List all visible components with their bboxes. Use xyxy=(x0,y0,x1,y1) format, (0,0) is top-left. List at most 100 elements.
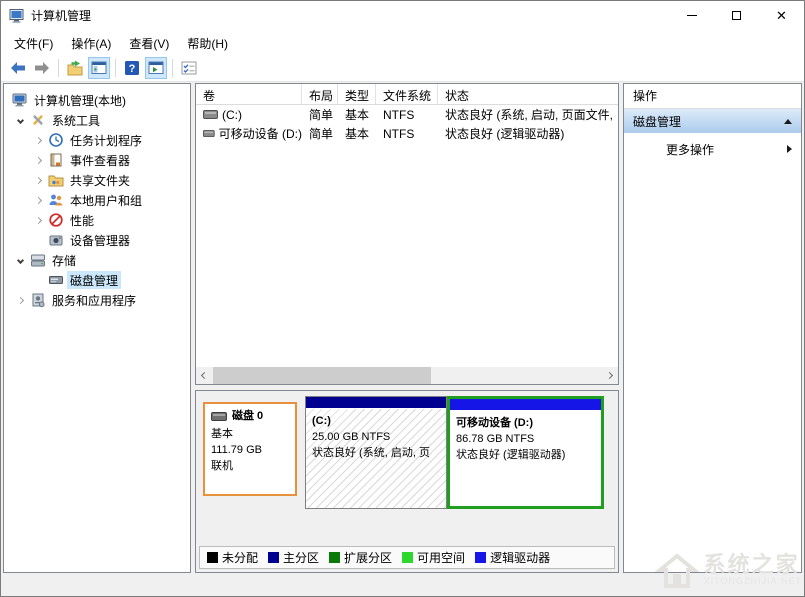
disk-name: 磁盘 0 xyxy=(232,408,263,424)
tree-item-performance[interactable]: 性能 xyxy=(4,210,190,230)
tree-item-system-tools[interactable]: 系统工具 xyxy=(4,110,190,130)
scrollbar-thumb[interactable] xyxy=(213,367,431,384)
help-icon: ? xyxy=(124,60,140,76)
action-pane-icon xyxy=(148,60,164,76)
titlebar: 计算机管理 ✕ xyxy=(1,1,804,30)
expander-none xyxy=(31,273,46,288)
volume-row-c[interactable]: (C:) 简单 基本 NTFS 状态良好 (系统, 启动, 页面文件, xyxy=(196,105,618,124)
services-icon xyxy=(30,292,46,308)
partition-size: 86.78 GB NTFS xyxy=(456,431,595,447)
performance-icon xyxy=(48,212,64,228)
standard-view-button[interactable] xyxy=(178,57,200,79)
tree-item-label: 服务和应用程序 xyxy=(52,292,136,309)
close-button[interactable]: ✕ xyxy=(759,1,804,30)
disk-0-label-column: 磁盘 0 基本 111.79 GB 联机 xyxy=(201,396,305,509)
expander-expanded-icon[interactable] xyxy=(13,113,28,128)
tree-item-local-users-groups[interactable]: 本地用户和组 xyxy=(4,190,190,210)
expander-collapsed-icon[interactable] xyxy=(31,213,46,228)
disk-0-label-box[interactable]: 磁盘 0 基本 111.79 GB 联机 xyxy=(203,402,297,496)
tree-item-services-applications[interactable]: 服务和应用程序 xyxy=(4,290,190,310)
volume-row-d[interactable]: 可移动设备 (D:) 简单 基本 NTFS 状态良好 (逻辑驱动器) xyxy=(196,124,618,143)
legend-item-logical-drive: 逻辑驱动器 xyxy=(475,549,550,566)
tree-item-task-scheduler[interactable]: 任务计划程序 xyxy=(4,130,190,150)
legend-label: 未分配 xyxy=(222,549,258,566)
column-header-volume[interactable]: 卷 xyxy=(196,84,302,104)
menu-action[interactable]: 操作(A) xyxy=(62,30,120,55)
tree-item-event-viewer[interactable]: 事件查看器 xyxy=(4,150,190,170)
action-pane-toggle-button[interactable] xyxy=(145,57,167,79)
column-header-status[interactable]: 状态 xyxy=(438,84,618,104)
column-header-layout[interactable]: 布局 xyxy=(302,84,338,104)
tree-item-storage[interactable]: 存储 xyxy=(4,250,190,270)
tree-item-device-manager[interactable]: 设备管理器 xyxy=(4,230,190,250)
legend-item-extended-partition: 扩展分区 xyxy=(329,549,392,566)
expander-collapsed-icon[interactable] xyxy=(31,193,46,208)
legend-color-swatch xyxy=(268,552,279,563)
shared-folder-icon xyxy=(48,172,64,188)
scroll-right-icon[interactable] xyxy=(601,367,618,384)
console-tree-icon xyxy=(91,60,107,76)
window-title: 计算机管理 xyxy=(31,7,669,24)
volume-status: 状态良好 (系统, 启动, 页面文件, xyxy=(438,106,618,123)
collapse-icon[interactable] xyxy=(784,119,792,124)
volume-icon xyxy=(203,129,215,138)
column-header-type[interactable]: 类型 xyxy=(338,84,376,104)
legend-item-unallocated: 未分配 xyxy=(207,549,258,566)
checklist-icon xyxy=(181,60,197,76)
volume-type: 基本 xyxy=(338,106,376,123)
tree-item-label: 计算机管理(本地) xyxy=(34,92,126,109)
back-arrow-icon xyxy=(10,61,26,75)
tree-item-label: 存储 xyxy=(52,252,76,269)
tree-item-disk-management[interactable]: 磁盘管理 xyxy=(4,270,190,290)
disk-type: 基本 xyxy=(211,426,289,442)
tree-item-label: 性能 xyxy=(70,212,94,229)
maximize-button[interactable] xyxy=(714,1,759,30)
minimize-button[interactable] xyxy=(669,1,714,30)
tree-item-label: 设备管理器 xyxy=(70,232,130,249)
volume-layout: 简单 xyxy=(302,125,338,142)
expander-expanded-icon[interactable] xyxy=(13,253,28,268)
forward-button[interactable] xyxy=(31,57,53,79)
horizontal-scrollbar[interactable] xyxy=(196,367,618,384)
app-icon xyxy=(9,8,25,24)
menu-help[interactable]: 帮助(H) xyxy=(178,30,237,55)
computer-management-window: 计算机管理 ✕ 文件(F) 操作(A) 查看(V) 帮助(H) xyxy=(0,0,805,597)
column-header-filesystem[interactable]: 文件系统 xyxy=(376,84,438,104)
tree-item-label: 任务计划程序 xyxy=(70,132,142,149)
help-button[interactable]: ? xyxy=(121,57,143,79)
toolbar-separator xyxy=(172,59,173,77)
middle-column: 卷 布局 类型 文件系统 状态 (C:) 简单 基本 NTFS 状态良好 (系统… xyxy=(195,83,619,573)
expander-collapsed-icon[interactable] xyxy=(13,293,28,308)
expander-collapsed-icon[interactable] xyxy=(31,153,46,168)
volume-icon xyxy=(203,110,218,119)
menu-view[interactable]: 查看(V) xyxy=(120,30,178,55)
device-manager-icon xyxy=(48,232,64,248)
partition-size: 25.00 GB NTFS xyxy=(312,429,440,445)
scroll-left-icon[interactable] xyxy=(196,367,213,384)
partition-d[interactable]: 可移动设备 (D:) 86.78 GB NTFS 状态良好 (逻辑驱动器) xyxy=(447,396,604,509)
volume-name: 可移动设备 (D:) xyxy=(219,125,302,142)
tree-item-computer-management[interactable]: 计算机管理(本地) xyxy=(4,90,190,110)
more-actions-label: 更多操作 xyxy=(666,141,714,158)
more-actions-item[interactable]: 更多操作 xyxy=(624,133,801,165)
expander-collapsed-icon[interactable] xyxy=(31,133,46,148)
actions-section-disk-management[interactable]: 磁盘管理 xyxy=(624,109,801,133)
disk-management-icon xyxy=(48,272,64,288)
tree-item-label: 系统工具 xyxy=(52,112,100,129)
expander-collapsed-icon[interactable] xyxy=(31,173,46,188)
export-list-button[interactable] xyxy=(64,57,86,79)
volume-layout: 简单 xyxy=(302,106,338,123)
console-tree-toggle-button[interactable] xyxy=(88,57,110,79)
menu-file[interactable]: 文件(F) xyxy=(5,30,62,55)
partition-name: (C:) xyxy=(312,413,440,429)
submenu-arrow-icon xyxy=(787,145,792,153)
volume-list-panel: 卷 布局 类型 文件系统 状态 (C:) 简单 基本 NTFS 状态良好 (系统… xyxy=(195,83,619,385)
partition-c[interactable]: (C:) 25.00 GB NTFS 状态良好 (系统, 启动, 页 xyxy=(305,396,447,509)
legend-color-swatch xyxy=(402,552,413,563)
back-button[interactable] xyxy=(7,57,29,79)
volume-status: 状态良好 (逻辑驱动器) xyxy=(438,125,618,142)
disk-size: 111.79 GB xyxy=(211,442,289,458)
actions-pane: 操作 磁盘管理 更多操作 xyxy=(623,83,802,573)
tree-item-shared-folders[interactable]: 共享文件夹 xyxy=(4,170,190,190)
volume-name: (C:) xyxy=(222,108,242,122)
